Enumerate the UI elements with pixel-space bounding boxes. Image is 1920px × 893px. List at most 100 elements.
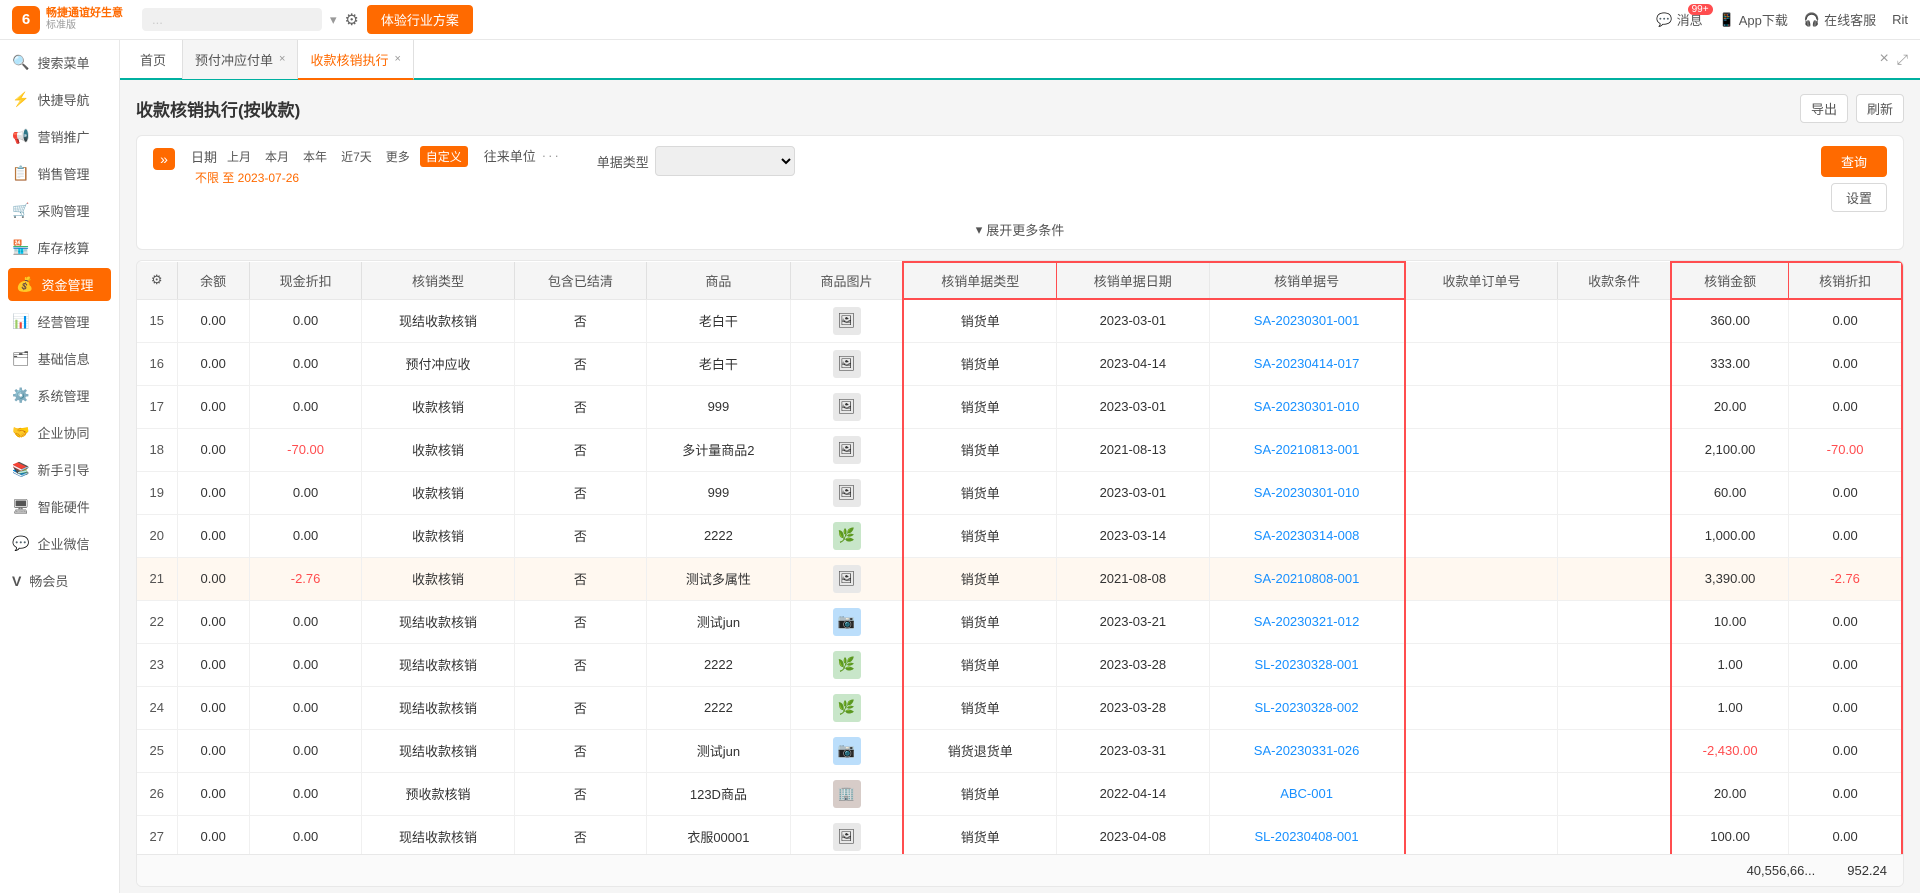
- table-row: 18 0.00 -70.00 收款核销 否 多计量商品2 🖼 销货单 2021-…: [137, 428, 1902, 471]
- row-condition: [1558, 557, 1671, 600]
- row-amount: 1.00: [1671, 643, 1789, 686]
- row-doc-no[interactable]: SA-20210808-001: [1209, 557, 1405, 600]
- row-doc-type: 销货单: [903, 471, 1056, 514]
- row-goods: 老白干: [647, 299, 791, 342]
- row-doc-date: 2023-04-14: [1057, 342, 1209, 385]
- sidebar-item-finance[interactable]: 💰 资金管理: [8, 268, 111, 301]
- row-doc-type: 销货单: [903, 342, 1056, 385]
- row-balance: 0.00: [177, 385, 249, 428]
- row-doc-no[interactable]: SA-20230301-001: [1209, 299, 1405, 342]
- row-goods: 2222: [647, 686, 791, 729]
- expand-more-btn[interactable]: ▾ 展开更多条件: [968, 218, 1073, 241]
- service-link[interactable]: 🎧 在线客服: [1804, 10, 1876, 29]
- sidebar-item-quick-nav[interactable]: ⚡ 快捷导航: [0, 81, 119, 118]
- row-goods-img: 🖼: [790, 815, 903, 854]
- sidebar-item-guide[interactable]: 📚 新手引导: [0, 451, 119, 488]
- row-discount: 0.00: [1789, 600, 1902, 643]
- date-option-this-month[interactable]: 本月: [261, 146, 293, 167]
- row-settled: 否: [514, 729, 646, 772]
- sidebar-item-search[interactable]: 🔍 搜索菜单: [0, 44, 119, 81]
- row-receipt-order: [1405, 428, 1558, 471]
- row-doc-type: 销货单: [903, 428, 1056, 471]
- sidebar-item-hardware[interactable]: 🖥 智能硬件: [0, 488, 119, 525]
- row-goods: 123D商品: [647, 772, 791, 815]
- row-goods: 衣服00001: [647, 815, 791, 854]
- logo: 6 畅捷通谊好生意 标准版: [12, 6, 132, 34]
- row-doc-no[interactable]: SA-20230414-017: [1209, 342, 1405, 385]
- app-download-link[interactable]: 📱 App下载: [1719, 10, 1788, 29]
- orange-arrow-button[interactable]: »: [153, 148, 175, 170]
- row-doc-date: 2023-03-21: [1057, 600, 1209, 643]
- row-discount: 0.00: [1789, 815, 1902, 854]
- row-doc-no[interactable]: SL-20230408-001: [1209, 815, 1405, 854]
- sidebar-item-purchase[interactable]: 🛒 采购管理: [0, 192, 119, 229]
- sidebar-item-system[interactable]: ⚙️ 系统管理: [0, 377, 119, 414]
- tab-prepayment[interactable]: 预付冲应付单 ×: [183, 40, 298, 79]
- date-option-custom[interactable]: 自定义: [420, 146, 468, 167]
- row-num: 15: [137, 299, 177, 342]
- row-doc-no[interactable]: SL-20230328-002: [1209, 686, 1405, 729]
- top-search-box: ...: [142, 8, 322, 31]
- row-type: 现结收款核销: [362, 299, 514, 342]
- date-option-this-year[interactable]: 本年: [299, 146, 331, 167]
- sidebar-item-basic-info[interactable]: 🗂 基础信息: [0, 340, 119, 377]
- date-option-prev-month[interactable]: 上月: [223, 146, 255, 167]
- row-doc-no[interactable]: SA-20230301-010: [1209, 385, 1405, 428]
- table-wrap[interactable]: ⚙ 余额 现金折扣 核销类型 包含已结清 商品 商品图片 核销单据类型 核销单据…: [137, 261, 1903, 854]
- date-option-7days[interactable]: 近7天: [337, 146, 376, 167]
- settings-button[interactable]: 设置: [1831, 183, 1887, 212]
- tab-close-writeoff[interactable]: ×: [394, 53, 400, 65]
- row-doc-no[interactable]: SA-20230331-026: [1209, 729, 1405, 772]
- date-filter: 日期 上月 本月 本年 近7天 更多 自定义 不限 至 2023-07-26: [191, 146, 468, 186]
- row-goods: 999: [647, 385, 791, 428]
- main-content: 首页 预付冲应付单 × 收款核销执行 × × ⤢ 收款核销执行(按收款) 导出 …: [120, 40, 1920, 893]
- row-amount: 20.00: [1671, 772, 1789, 815]
- row-balance: 0.00: [177, 686, 249, 729]
- tab-close-prepayment[interactable]: ×: [279, 53, 285, 65]
- expand-icon[interactable]: ⤢: [1897, 51, 1908, 68]
- sidebar-item-operations[interactable]: 📊 经营管理: [0, 303, 119, 340]
- doc-type-select[interactable]: [655, 146, 795, 176]
- row-doc-no[interactable]: SL-20230328-001: [1209, 643, 1405, 686]
- row-discount: 0.00: [1789, 686, 1902, 729]
- sidebar: 🔍 搜索菜单 ⚡ 快捷导航 📢 营销推广 📋 销售管理 🛒 采购管理 🏪 库存核…: [0, 40, 120, 893]
- row-balance: 0.00: [177, 815, 249, 854]
- sidebar-item-enterprise[interactable]: 🤝 企业协同: [0, 414, 119, 451]
- table-row: 26 0.00 0.00 预收款核销 否 123D商品 🏢 销货单 2022-0…: [137, 772, 1902, 815]
- col-condition: 收款条件: [1558, 262, 1671, 299]
- row-condition: [1558, 299, 1671, 342]
- gear-icon[interactable]: ⚙: [345, 10, 359, 30]
- row-num: 25: [137, 729, 177, 772]
- refresh-button[interactable]: 刷新: [1856, 94, 1904, 123]
- row-doc-no[interactable]: ABC-001: [1209, 772, 1405, 815]
- row-doc-no[interactable]: SA-20230321-012: [1209, 600, 1405, 643]
- date-option-more[interactable]: 更多: [382, 146, 414, 167]
- query-button[interactable]: 查询: [1821, 146, 1887, 177]
- solution-button[interactable]: 体验行业方案: [367, 5, 473, 34]
- export-button[interactable]: 导出: [1800, 94, 1848, 123]
- sidebar-item-inventory[interactable]: 🏪 库存核算: [0, 229, 119, 266]
- sidebar-item-sales[interactable]: 📋 销售管理: [0, 155, 119, 192]
- row-doc-no[interactable]: SA-20210813-001: [1209, 428, 1405, 471]
- member-icon: V: [12, 573, 21, 589]
- table-row: 20 0.00 0.00 收款核销 否 2222 🌿 销货单 2023-03-1…: [137, 514, 1902, 557]
- tab-write-off[interactable]: 收款核销执行 ×: [298, 40, 413, 80]
- row-doc-no[interactable]: SA-20230314-008: [1209, 514, 1405, 557]
- row-type: 现结收款核销: [362, 815, 514, 854]
- expand-more-row: ▾ 展开更多条件: [153, 218, 1887, 241]
- date-label: 日期: [191, 147, 217, 166]
- col-settings-icon[interactable]: ⚙: [137, 262, 177, 299]
- sidebar-item-marketing[interactable]: 📢 营销推广: [0, 118, 119, 155]
- sidebar-item-member[interactable]: V 畅会员: [0, 562, 119, 599]
- sidebar-item-wechat[interactable]: 💬 企业微信: [0, 525, 119, 562]
- inventory-icon: 🏪: [12, 239, 29, 256]
- row-doc-no[interactable]: SA-20230301-010: [1209, 471, 1405, 514]
- chevron-down-icon[interactable]: ▾: [330, 12, 337, 28]
- message-area[interactable]: 💬 消息 99+: [1656, 10, 1702, 29]
- col-writeoff-amount: 核销金额: [1671, 262, 1789, 299]
- row-discount: 0.00: [1789, 643, 1902, 686]
- tab-home[interactable]: 首页: [124, 40, 183, 79]
- close-all-icon[interactable]: ×: [1879, 50, 1888, 68]
- row-doc-date: 2023-03-01: [1057, 385, 1209, 428]
- row-receipt-order: [1405, 772, 1558, 815]
